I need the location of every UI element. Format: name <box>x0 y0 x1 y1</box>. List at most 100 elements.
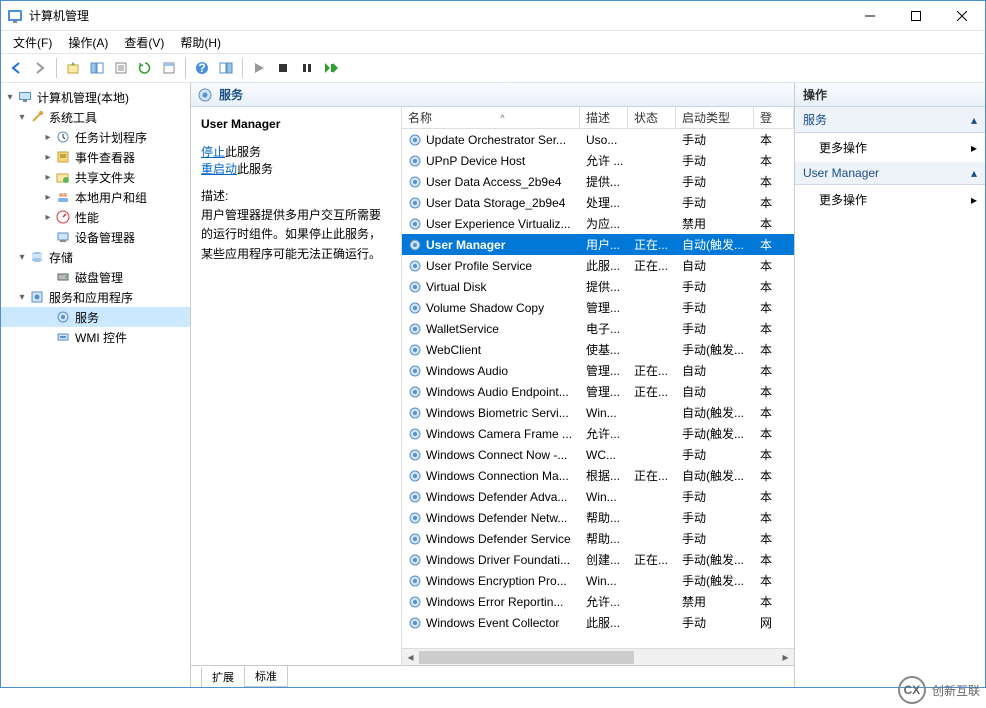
pause-service-button[interactable] <box>296 57 318 79</box>
service-row[interactable]: Volume Shadow Copy管理...手动本 <box>402 297 794 318</box>
tree-device-manager[interactable]: 设备管理器 <box>1 227 190 247</box>
minimize-button[interactable] <box>847 1 893 31</box>
menu-help[interactable]: 帮助(H) <box>172 32 229 53</box>
service-row[interactable]: Windows Biometric Servi...Win...自动(触发...… <box>402 402 794 423</box>
cell-startup: 手动 <box>676 507 754 528</box>
tree-disk-mgmt[interactable]: 磁盘管理 <box>1 267 190 287</box>
chevron-icon[interactable]: ▸ <box>41 132 55 143</box>
cell-logon: 本 <box>754 297 794 318</box>
chevron-icon[interactable]: ▸ <box>41 192 55 203</box>
tree-root[interactable]: ▾ 计算机管理(本地) <box>1 87 190 107</box>
chevron-icon[interactable]: ▾ <box>3 92 17 103</box>
show-hide-action-button[interactable] <box>215 57 237 79</box>
tree-label: WMI 控件 <box>75 329 127 346</box>
maximize-button[interactable] <box>893 1 939 31</box>
scroll-track[interactable] <box>419 649 777 665</box>
restart-service-button[interactable] <box>320 57 342 79</box>
restart-link[interactable]: 重启动 <box>201 162 237 176</box>
service-row[interactable]: User Data Access_2b9e4提供...手动本 <box>402 171 794 192</box>
service-row[interactable]: Windows Connect Now -...WC...手动本 <box>402 444 794 465</box>
tree-services-apps[interactable]: ▾ 服务和应用程序 <box>1 287 190 307</box>
col-name[interactable]: 名称^ <box>402 107 580 128</box>
service-row[interactable]: Windows Audio管理...正在...自动本 <box>402 360 794 381</box>
tree-shared-folders[interactable]: ▸ 共享文件夹 <box>1 167 190 187</box>
service-row[interactable]: WebClient使基...手动(触发...本 <box>402 339 794 360</box>
menu-action[interactable]: 操作(A) <box>60 32 116 53</box>
back-button[interactable] <box>5 57 27 79</box>
service-row[interactable]: User Manager用户...正在...自动(触发...本 <box>402 234 794 255</box>
cell-status <box>628 432 676 436</box>
service-row[interactable]: Windows Defender Netw...帮助...手动本 <box>402 507 794 528</box>
list-rows[interactable]: Update Orchestrator Ser...Uso...手动本UPnP … <box>402 129 794 648</box>
scroll-right-icon[interactable]: ▸ <box>777 650 794 664</box>
up-button[interactable] <box>62 57 84 79</box>
chevron-icon[interactable]: ▸ <box>41 172 55 183</box>
show-hide-tree-button[interactable] <box>86 57 108 79</box>
tree-local-users[interactable]: ▸ 本地用户和组 <box>1 187 190 207</box>
service-row[interactable]: User Data Storage_2b9e4处理...手动本 <box>402 192 794 213</box>
menu-file[interactable]: 文件(F) <box>5 32 60 53</box>
service-row[interactable]: UPnP Device Host允许 ...手动本 <box>402 150 794 171</box>
scroll-thumb[interactable] <box>419 651 634 664</box>
service-row[interactable]: Windows Audio Endpoint...管理...正在...自动本 <box>402 381 794 402</box>
tree-services[interactable]: 服务 <box>1 307 190 327</box>
horizontal-scrollbar[interactable]: ◂ ▸ <box>402 648 794 665</box>
cell-name: Windows Defender Adva... <box>402 488 580 506</box>
tree-performance[interactable]: ▸ 性能 <box>1 207 190 227</box>
service-row[interactable]: Windows Driver Foundati...创建...正在...手动(触… <box>402 549 794 570</box>
service-row[interactable]: Update Orchestrator Ser...Uso...手动本 <box>402 129 794 150</box>
toolbar-separator <box>56 58 57 78</box>
tab-extended[interactable]: 扩展 <box>201 667 245 687</box>
tree-event-viewer[interactable]: ▸ 事件查看器 <box>1 147 190 167</box>
service-row[interactable]: WalletService电子...手动本 <box>402 318 794 339</box>
chevron-icon[interactable]: ▸ <box>41 212 55 223</box>
service-row[interactable]: Virtual Disk提供...手动本 <box>402 276 794 297</box>
actions-more-2[interactable]: 更多操作 ▸ <box>795 185 985 214</box>
refresh-button[interactable] <box>134 57 156 79</box>
service-row[interactable]: User Profile Service此服...正在...自动本 <box>402 255 794 276</box>
service-row[interactable]: Windows Defender Adva...Win...手动本 <box>402 486 794 507</box>
scroll-left-icon[interactable]: ◂ <box>402 650 419 664</box>
cell-name: Windows Audio Endpoint... <box>402 383 580 401</box>
actions-section-services[interactable]: 服务 ▴ <box>795 107 985 133</box>
cell-status <box>628 621 676 625</box>
tree-storage[interactable]: ▾ 存储 <box>1 247 190 267</box>
cell-name: UPnP Device Host <box>402 152 580 170</box>
service-row[interactable]: Windows Event Collector此服...手动网 <box>402 612 794 633</box>
tree-wmi[interactable]: WMI 控件 <box>1 327 190 347</box>
service-row[interactable]: Windows Error Reportin...允许...禁用本 <box>402 591 794 612</box>
chevron-icon[interactable]: ▸ <box>41 152 55 163</box>
stop-service-button[interactable] <box>272 57 294 79</box>
actions-more-1[interactable]: 更多操作 ▸ <box>795 133 985 162</box>
service-row[interactable]: Windows Connection Ma...根据...正在...自动(触发.… <box>402 465 794 486</box>
tree-system-tools[interactable]: ▾ 系统工具 <box>1 107 190 127</box>
col-logon[interactable]: 登 <box>754 107 794 128</box>
chevron-icon[interactable]: ▾ <box>15 292 29 303</box>
export-button[interactable] <box>110 57 132 79</box>
chevron-icon[interactable]: ▾ <box>15 252 29 263</box>
chevron-icon[interactable]: ▾ <box>15 112 29 123</box>
cell-logon: 本 <box>754 528 794 549</box>
service-row[interactable]: Windows Defender Service帮助...手动本 <box>402 528 794 549</box>
service-row[interactable]: Windows Camera Frame ...允许...手动(触发...本 <box>402 423 794 444</box>
actions-section-selected[interactable]: User Manager ▴ <box>795 162 985 185</box>
users-icon <box>55 189 71 205</box>
stop-link[interactable]: 停止 <box>201 145 225 159</box>
window-controls <box>847 1 985 31</box>
properties-button[interactable] <box>158 57 180 79</box>
help-button[interactable]: ? <box>191 57 213 79</box>
tab-standard[interactable]: 标准 <box>244 666 288 687</box>
col-startup[interactable]: 启动类型 <box>676 107 754 128</box>
close-button[interactable] <box>939 1 985 31</box>
service-row[interactable]: Windows Encryption Pro...Win...手动(触发...本 <box>402 570 794 591</box>
menu-view[interactable]: 查看(V) <box>116 32 172 53</box>
col-desc[interactable]: 描述 <box>580 107 628 128</box>
tree-task-scheduler[interactable]: ▸ 任务计划程序 <box>1 127 190 147</box>
service-row[interactable]: User Experience Virtualiz...为应...禁用本 <box>402 213 794 234</box>
start-service-button[interactable] <box>248 57 270 79</box>
col-status[interactable]: 状态 <box>628 107 676 128</box>
window: 计算机管理 文件(F) 操作(A) 查看(V) 帮助(H) ? <box>0 0 986 688</box>
cell-name: User Data Storage_2b9e4 <box>402 194 580 212</box>
gear-icon <box>408 238 422 252</box>
forward-button[interactable] <box>29 57 51 79</box>
